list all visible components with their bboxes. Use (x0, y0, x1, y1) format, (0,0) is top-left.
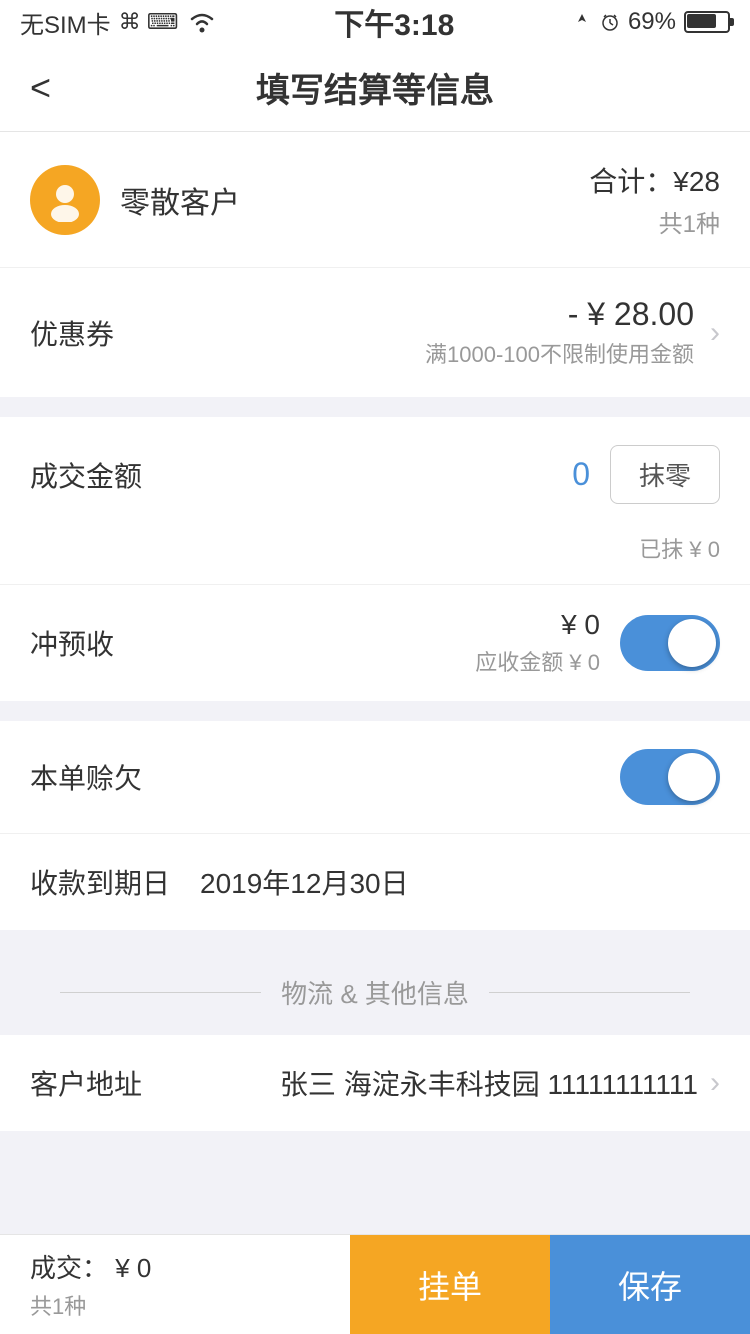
prepay-text: ¥ 0 应收金额 ¥ 0 (475, 609, 600, 677)
status-right: 69% (572, 8, 730, 36)
round-button[interactable]: 抹零 (610, 445, 720, 504)
battery-percent: 69% (628, 8, 676, 36)
address-label: 客户地址 (30, 1063, 142, 1103)
address-chevron-icon: › (710, 1066, 720, 1100)
debit-section: 本单赊欠 收款到期日 2019年12月30日 (0, 721, 750, 930)
due-date-label: 收款到期日 (30, 862, 170, 902)
status-time: 下午3:18 (334, 0, 454, 44)
transaction-row: 成交金额 0 抹零 (0, 417, 750, 532)
prepay-label: 冲预收 (30, 623, 114, 663)
customer-name: 零散客户 (120, 178, 240, 222)
coupon-row[interactable]: 优惠券 - ¥ 28.00 满1000-100不限制使用金额 › (0, 267, 750, 397)
save-button[interactable]: 保存 (550, 1235, 750, 1334)
prepay-right: ¥ 0 应收金额 ¥ 0 (475, 609, 720, 677)
page-title: 填写结算等信息 (256, 63, 494, 112)
coupon-text: - ¥ 28.00 满1000-100不限制使用金额 (425, 296, 694, 369)
customer-total: 合计：¥28 共1种 (589, 160, 720, 239)
coupon-desc: 满1000-100不限制使用金额 (425, 337, 694, 369)
logistics-header: 物流 & 其他信息 (0, 950, 750, 1035)
coupon-label: 优惠券 (30, 313, 114, 353)
back-button[interactable]: < (30, 67, 51, 109)
customer-row: 零散客户 合计：¥28 共1种 (0, 132, 750, 267)
transaction-right: 0 抹零 (572, 445, 720, 504)
prepay-toggle[interactable] (620, 615, 720, 671)
person-icon (43, 178, 87, 222)
coupon-amount: - ¥ 28.00 (425, 296, 694, 333)
due-date-value: 2019年12月30日 (200, 862, 409, 902)
wifi-icon-svg (187, 11, 217, 33)
logistics-title: 物流 & 其他信息 (261, 974, 489, 1011)
status-bar: 无SIM卡 ⌘ ⌨ 下午3:18 69% (0, 0, 750, 44)
nav-bar: < 填写结算等信息 (0, 44, 750, 132)
logistics-section: 物流 & 其他信息 客户地址 张三 海淀永丰科技园 11111111111 › (0, 950, 750, 1131)
deal-amount: ¥ 0 (115, 1253, 151, 1283)
address-value: 张三 海淀永丰科技园 11111111111 (172, 1063, 698, 1103)
battery-icon (684, 11, 730, 33)
prepay-sub: 应收金额 ¥ 0 (475, 645, 600, 677)
prepay-amount: ¥ 0 (475, 609, 600, 641)
bottom-count: 共1种 (30, 1289, 320, 1321)
total-amount: 合计：¥28 (589, 160, 720, 200)
total-count: 共1种 (589, 204, 720, 239)
address-section: 客户地址 张三 海淀永丰科技园 11111111111 › (0, 1035, 750, 1131)
deal-label: 成交： (30, 1253, 108, 1283)
bottom-info: 成交： ¥ 0 共1种 (0, 1248, 350, 1321)
alarm-icon (600, 12, 620, 32)
content: 零散客户 合计：¥28 共1种 优惠券 - ¥ 28.00 满1000-100不… (0, 132, 750, 1271)
due-date-row: 收款到期日 2019年12月30日 (0, 833, 750, 930)
bottom-bar: 成交： ¥ 0 共1种 挂单 保存 (0, 1234, 750, 1334)
address-row[interactable]: 客户地址 张三 海淀永丰科技园 11111111111 › (0, 1035, 750, 1131)
wifi-icon: ⌘ ⌨ (119, 9, 179, 35)
customer-section: 零散客户 合计：¥28 共1种 优惠券 - ¥ 28.00 满1000-100不… (0, 132, 750, 397)
transaction-section: 成交金额 0 抹零 已抹 ¥ 0 冲预收 ¥ 0 应收金额 ¥ 0 (0, 417, 750, 701)
carrier-label: 无SIM卡 (20, 5, 111, 40)
transaction-sub: 已抹 ¥ 0 (0, 532, 750, 584)
prepay-row: 冲预收 ¥ 0 应收金额 ¥ 0 (0, 584, 750, 701)
debit-row: 本单赊欠 (0, 721, 750, 833)
customer-left: 零散客户 (30, 165, 240, 235)
chevron-right-icon: › (710, 316, 720, 350)
debit-label: 本单赊欠 (30, 757, 142, 797)
status-left: 无SIM卡 ⌘ ⌨ (20, 5, 217, 40)
coupon-right: - ¥ 28.00 满1000-100不限制使用金额 › (425, 296, 720, 369)
location-icon (572, 12, 592, 32)
transaction-value[interactable]: 0 (572, 456, 590, 493)
debit-toggle[interactable] (620, 749, 720, 805)
transaction-label: 成交金额 (30, 455, 142, 495)
bottom-deal: 成交： ¥ 0 (30, 1248, 320, 1285)
avatar (30, 165, 100, 235)
pending-button[interactable]: 挂单 (350, 1235, 550, 1334)
